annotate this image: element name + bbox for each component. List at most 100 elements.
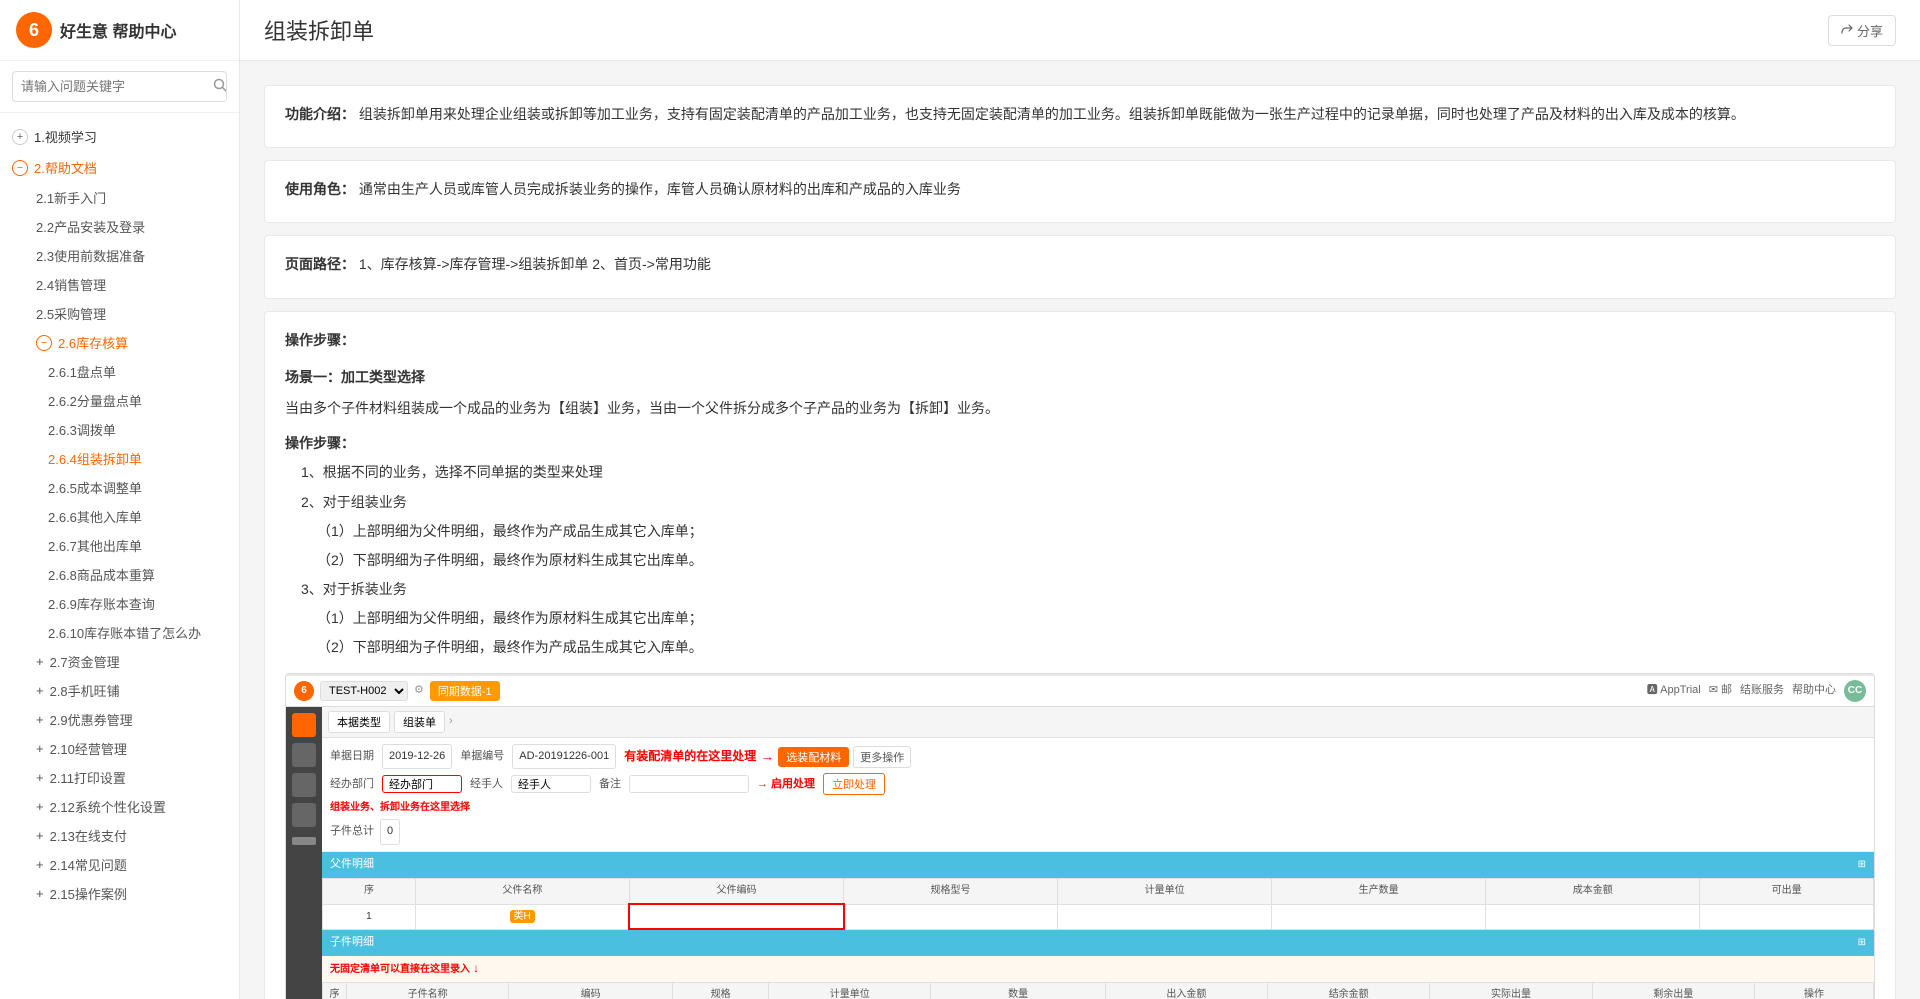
top-bar: 组装拆卸单 分享	[240, 0, 1920, 61]
more-ops-btn[interactable]: 更多操作	[853, 746, 911, 768]
intro-card: 功能介绍： 组装拆卸单用来处理企业组装或拆卸等加工业务，支持有固定装配清单的产品…	[264, 85, 1896, 148]
cell-cost	[1486, 904, 1700, 929]
col-seq: 序	[323, 879, 416, 905]
step2-sub1: （1）上部明细为父件明细，最终作为产成品生成其它入库单；	[317, 519, 1875, 544]
sidebar-item-purchase[interactable]: 2.5采购管理	[0, 299, 239, 328]
sidebar-item-sales[interactable]: 2.4销售管理	[0, 270, 239, 299]
steps-sub-title: 操作步骤：	[285, 431, 1875, 456]
select-material-btn[interactable]: 选装配材料	[778, 747, 849, 767]
app-main-area: 本据类型 组装单 › 单据日期 2019-12-26 单据编号	[322, 707, 1874, 999]
sidebar-item-customize[interactable]: +2.12系统个性化设置	[0, 792, 239, 821]
cell-spec	[844, 904, 1058, 929]
name-tag: 类H	[510, 910, 535, 923]
order-label: 单据编号	[460, 747, 504, 767]
step3: 3、对于拆装业务	[301, 577, 1875, 602]
parent-table-icon: ⊞	[1858, 856, 1866, 874]
sidebar-item-partial-stocktake[interactable]: 2.6.2分量盘点单	[0, 386, 239, 415]
remark-label: 备注	[599, 775, 621, 795]
col-unit: 计量单位	[1058, 879, 1272, 905]
sidebar-item-ledger-fix[interactable]: 2.6.10库存账本错了怎么办	[0, 618, 239, 647]
sidebar-item-stocktake[interactable]: 2.6.1盘点单	[0, 357, 239, 386]
share-button[interactable]: 分享	[1828, 15, 1896, 46]
screenshot-container: 6 TEST-H002 ⚙ 同期数据-1 🅰 AppTrial ✉ 邮 结	[285, 673, 1875, 999]
dept-label: 经办部门	[330, 775, 374, 795]
sidebar-item-video[interactable]: + 1.视频学习	[0, 121, 239, 152]
content-area: 功能介绍： 组装拆卸单用来处理企业组装或拆卸等加工业务，支持有固定装配清单的产品…	[240, 61, 1920, 999]
sidebar-nav-icon-2	[292, 743, 316, 767]
annotation-2-text: → 启用处理	[757, 775, 815, 795]
parent-table-body: 1 类H	[323, 904, 1874, 929]
app-tab-new[interactable]: 本据类型	[328, 711, 390, 733]
step3-sub1: （1）上部明细为父件明细，最终作为原材料生成其它出库单；	[317, 606, 1875, 631]
sidebar-item-finance[interactable]: +2.7资金管理	[0, 647, 239, 676]
sidebar-item-cost-recalc[interactable]: 2.6.8商品成本重算	[0, 560, 239, 589]
sidebar-nav-icon-3	[292, 773, 316, 797]
sidebar-item-assembly[interactable]: 2.6.4组装拆卸单	[0, 444, 239, 473]
sidebar-item-docs[interactable]: − 2.帮助文档	[0, 152, 239, 183]
sidebar-item-inventory[interactable]: − 2.6库存核算	[0, 328, 239, 357]
col-spec: 规格型号	[844, 879, 1058, 905]
sidebar-item-stock-ledger[interactable]: 2.6.9库存账本查询	[0, 589, 239, 618]
sidebar-item-newcomer[interactable]: 2.1新手入门	[0, 183, 239, 212]
annotation-5-text: 无固定清单可以直接在这里录入	[330, 964, 470, 975]
period-data-button[interactable]: 同期数据-1	[430, 681, 500, 701]
search-area	[0, 61, 239, 113]
sidebar-item-payment[interactable]: +2.13在线支付	[0, 821, 239, 850]
col-child-code: 编码	[509, 982, 673, 999]
app-tab-list[interactable]: 组装单	[394, 711, 445, 733]
annotation-5-container: 无固定清单可以直接在这里录入 ↓	[322, 956, 1874, 982]
user-avatar: CC	[1844, 680, 1866, 702]
sidebar-item-mobile[interactable]: +2.8手机旺铺	[0, 676, 239, 705]
sidebar-item-faq[interactable]: +2.14常见问题	[0, 850, 239, 879]
sidebar: 6 好生意 帮助中心 + 1.视频学习 − 2.帮助文档 2.1新手入门 2.2…	[0, 0, 240, 999]
app-topbar: 6 TEST-H002 ⚙ 同期数据-1 🅰 AppTrial ✉ 邮 结	[286, 676, 1874, 707]
app-title: 好生意 帮助中心	[60, 18, 176, 42]
col-actual-out: 实际出量	[1430, 982, 1592, 999]
sidebar-item-other-out[interactable]: 2.6.7其他出库单	[0, 531, 239, 560]
date-label: 单据日期	[330, 747, 374, 767]
sidebar-item-print[interactable]: +2.11打印设置	[0, 763, 239, 792]
company-selector[interactable]: TEST-H002	[320, 681, 408, 701]
search-input[interactable]	[13, 73, 205, 100]
expand-icon: +	[36, 712, 44, 727]
order-value: AD-20191226-001	[512, 744, 616, 770]
col-child-spec: 规格	[673, 982, 769, 999]
path-card: 页面路径： 1、库存核算->库存管理->组装拆卸单 2、首页->常用功能	[264, 235, 1896, 298]
sidebar-item-cost-adjust[interactable]: 2.6.5成本调整单	[0, 473, 239, 502]
sidebar-item-prepare[interactable]: 2.3使用前数据准备	[0, 241, 239, 270]
cell-seq: 1	[323, 904, 416, 929]
col-child-name: 子件名称	[347, 982, 509, 999]
expand-icon: +	[36, 741, 44, 756]
col-cost: 成本金额	[1486, 879, 1700, 905]
col-seq: 序	[323, 982, 347, 999]
handler-input[interactable]	[511, 775, 591, 793]
sidebar-item-other-in[interactable]: 2.6.6其他入库单	[0, 502, 239, 531]
detail-count-label: 子件总计	[330, 822, 374, 842]
app-trial-icon: 🅰 AppTrial	[1647, 681, 1701, 701]
role-card: 使用角色： 通常由生产人员或库管人员完成拆装业务的操作，库管人员确认原材料的出库…	[264, 160, 1896, 223]
col-balance: 结余金额	[1268, 982, 1430, 999]
sidebar-item-install[interactable]: 2.2产品安装及登录	[0, 212, 239, 241]
sidebar-item-transfer[interactable]: 2.6.3调拨单	[0, 415, 239, 444]
dept-input[interactable]	[382, 775, 462, 793]
enable-btn[interactable]: 立即处理	[823, 773, 885, 795]
sidebar-item-label: 2.帮助文档	[34, 158, 97, 177]
sidebar-item-cases[interactable]: +2.15操作案例	[0, 879, 239, 908]
path-text: 页面路径： 1、库存核算->库存管理->组装拆卸单 2、首页->常用功能	[285, 252, 1875, 277]
ops-title: 操作步骤：	[285, 328, 1875, 353]
scene-title: 场景一：加工类型选择	[285, 365, 1875, 390]
remark-input[interactable]	[629, 775, 749, 793]
parent-table-section: 父件明细 ⊞ 序 父件名称 父件编码	[322, 852, 1874, 930]
app-body: 本据类型 组装单 › 单据日期 2019-12-26 单据编号	[286, 707, 1874, 999]
search-button[interactable]	[205, 72, 227, 101]
expand-icon: +	[36, 770, 44, 785]
annotation-1-text: 有装配清单的在这里处理	[624, 746, 756, 768]
detail-count: 0	[380, 819, 400, 845]
app-sidebar	[286, 707, 322, 999]
sidebar-item-coupon[interactable]: +2.9优惠券管理	[0, 705, 239, 734]
col-parent-code: 父件编码	[629, 879, 843, 905]
form-row-1: 单据日期 2019-12-26 单据编号 AD-20191226-001 有装配…	[330, 744, 1866, 770]
sidebar-item-operations[interactable]: +2.10经营管理	[0, 734, 239, 763]
expand-icon: +	[36, 799, 44, 814]
intro-text: 功能介绍： 组装拆卸单用来处理企业组装或拆卸等加工业务，支持有固定装配清单的产品…	[285, 102, 1875, 127]
